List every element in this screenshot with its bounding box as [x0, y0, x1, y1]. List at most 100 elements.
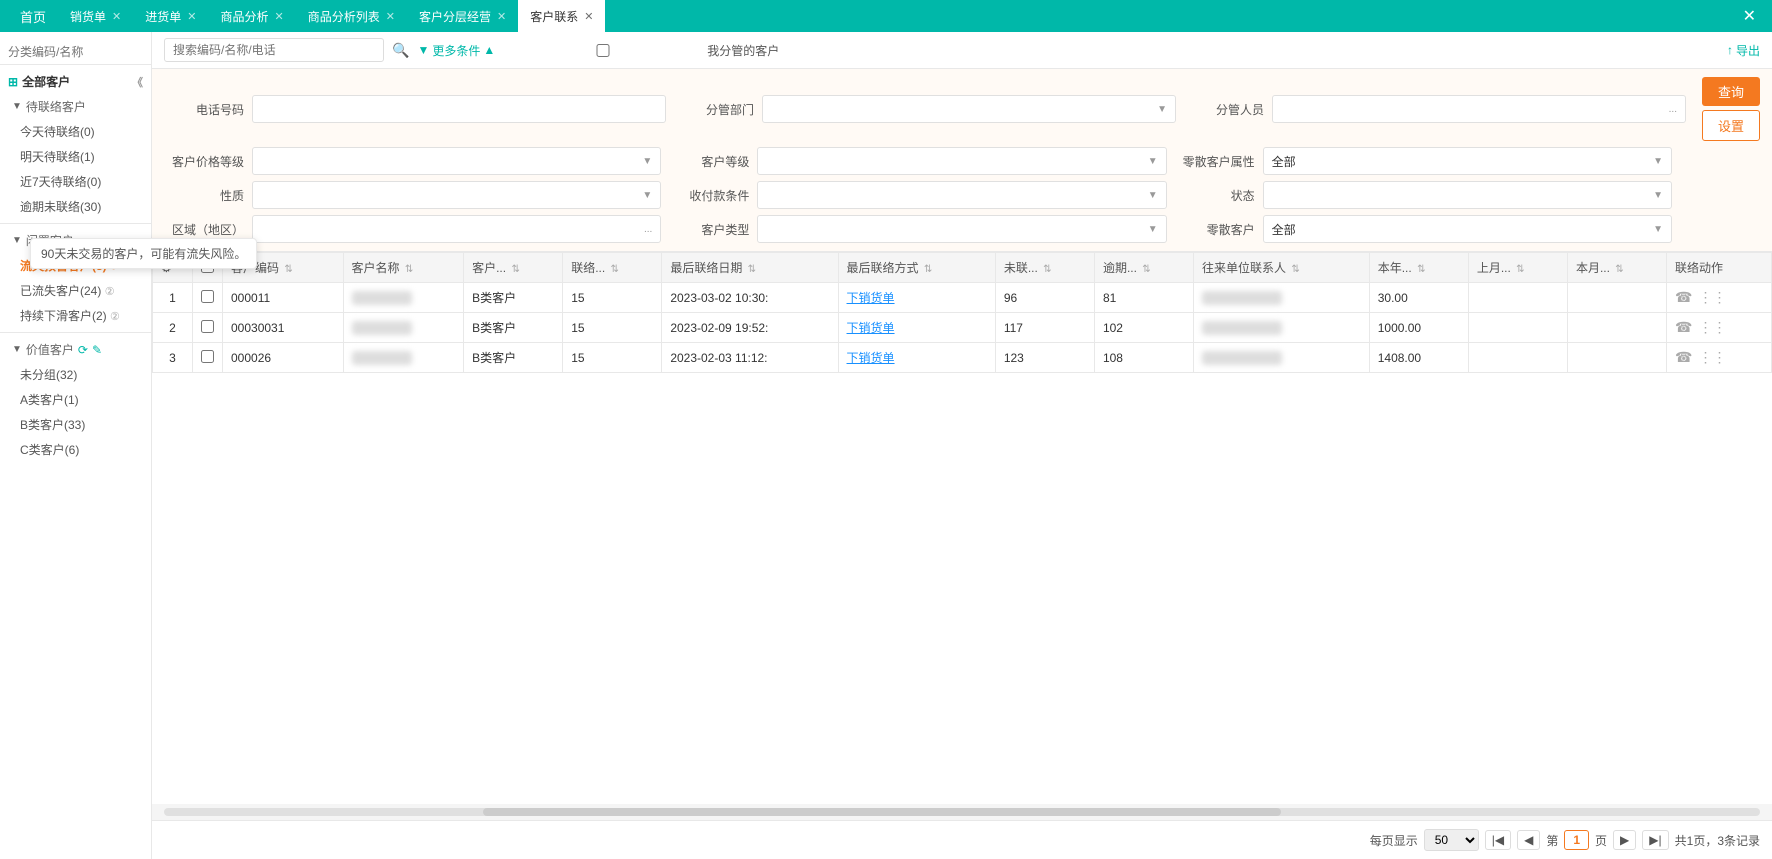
chevron-down-icon-4: ▼ — [1148, 156, 1158, 167]
col-header-last-method[interactable]: 最后联络方式 ⇅ — [838, 253, 995, 283]
select-retail-attr[interactable]: 全部 ▼ — [1263, 147, 1672, 175]
select-manager[interactable]: ... — [1272, 95, 1686, 123]
sidebar-item-declining[interactable]: 持续下滑客户(2) ② — [0, 303, 151, 328]
row-checkbox[interactable] — [201, 320, 214, 333]
cell-action[interactable]: ☎ ⋮⋮ — [1667, 283, 1772, 313]
contact-icon[interactable]: ☎ — [1675, 349, 1692, 366]
col-header-overdue[interactable]: 逾期... ⇅ — [1094, 253, 1193, 283]
contact-icon[interactable]: ☎ — [1675, 319, 1692, 336]
scroll-thumb[interactable] — [483, 808, 1281, 816]
export-btn[interactable]: ↑ 导出 — [1727, 42, 1760, 59]
col-header-level[interactable]: 客户... ⇅ — [464, 253, 563, 283]
content-area: 🔍 ▼ 更多条件 ▲ 我分管的客户 ↑ 导出 电话号码 分管部门 — [152, 32, 1772, 859]
horizontal-scrollbar[interactable] — [152, 804, 1772, 820]
refresh-icon[interactable]: ⟳ — [78, 343, 88, 357]
last-page-btn[interactable]: ▶| — [1642, 830, 1668, 850]
page-size-select[interactable]: 50 100 200 — [1424, 829, 1479, 851]
global-close-button[interactable]: ✕ — [1735, 6, 1764, 26]
sidebar-group-value[interactable]: ▼ 价值客户 ⟳ ✎ — [0, 337, 151, 362]
contact-method-link[interactable]: 下销货单 — [847, 321, 895, 335]
row-checkbox[interactable] — [201, 290, 214, 303]
sidebar-item-ungroup[interactable]: 未分组(32) — [0, 362, 151, 387]
sidebar-item-a-class[interactable]: A类客户(1) — [0, 387, 151, 412]
col-header-this-month[interactable]: 本月... ⇅ — [1567, 253, 1666, 283]
cell-check[interactable] — [193, 313, 223, 343]
my-customers-check[interactable] — [503, 44, 703, 57]
all-customers-header[interactable]: ⊞ 全部客户 《 — [0, 69, 151, 94]
select-dept[interactable]: ▼ — [762, 95, 1176, 123]
label-price-level: 客户价格等级 — [164, 153, 244, 170]
nav-tab-0[interactable]: 销货单 ✕ — [58, 0, 133, 32]
cell-last-method[interactable]: 下销货单 — [838, 343, 995, 373]
close-tab-3[interactable]: ✕ — [386, 10, 395, 23]
select-customer-type[interactable]: ▼ — [757, 215, 1166, 243]
row-checkbox[interactable] — [201, 350, 214, 363]
col-header-last-date[interactable]: 最后联络日期 ⇅ — [662, 253, 838, 283]
col-header-not-contacted[interactable]: 未联... ⇅ — [995, 253, 1094, 283]
sidebar-item-b-class[interactable]: B类客户(33) — [0, 412, 151, 437]
close-tab-2[interactable]: ✕ — [275, 10, 284, 23]
settings-button[interactable]: 设置 — [1702, 110, 1760, 141]
cell-action[interactable]: ☎ ⋮⋮ — [1667, 343, 1772, 373]
label-status: 状态 — [1175, 187, 1255, 204]
col-header-this-year[interactable]: 本年... ⇅ — [1369, 253, 1468, 283]
more-action-icon[interactable]: ⋮⋮ — [1699, 319, 1727, 336]
select-customer-level[interactable]: ▼ — [757, 147, 1166, 175]
select-price-level[interactable]: ▼ — [252, 147, 661, 175]
edit-icon[interactable]: ✎ — [92, 343, 102, 357]
contact-icon[interactable]: ☎ — [1675, 289, 1692, 306]
close-tab-1[interactable]: ✕ — [187, 10, 196, 23]
col-header-last-month[interactable]: 上月... ⇅ — [1468, 253, 1567, 283]
nav-tab-2[interactable]: 商品分析 ✕ — [208, 0, 295, 32]
cell-action[interactable]: ☎ ⋮⋮ — [1667, 313, 1772, 343]
sidebar-item-today[interactable]: 今天待联络(0) — [0, 119, 151, 144]
cell-last-method[interactable]: 下销货单 — [838, 313, 995, 343]
nav-home[interactable]: 首页 — [8, 7, 58, 26]
more-conditions-btn[interactable]: ▼ 更多条件 ▲ — [417, 42, 495, 59]
cell-last-method[interactable]: 下销货单 — [838, 283, 995, 313]
more-action-icon[interactable]: ⋮⋮ — [1699, 289, 1727, 306]
first-page-btn[interactable]: |◀ — [1485, 830, 1511, 850]
sidebar-item-c-class[interactable]: C类客户(6) — [0, 437, 151, 462]
total-label: 共1页，3条记录 — [1675, 832, 1760, 849]
more-action-icon[interactable]: ⋮⋮ — [1699, 349, 1727, 366]
cell-check[interactable] — [193, 343, 223, 373]
cell-this-month — [1567, 343, 1666, 373]
contact-method-link[interactable]: 下销货单 — [847, 291, 895, 305]
col-header-contact[interactable]: 联络... ⇅ — [563, 253, 662, 283]
input-phone[interactable] — [252, 95, 666, 123]
sidebar-search-input[interactable] — [8, 45, 152, 59]
next-page-btn[interactable]: ▶ — [1613, 830, 1636, 850]
select-region[interactable]: ... — [252, 215, 661, 243]
close-tab-5[interactable]: ✕ — [584, 10, 593, 23]
cell-this-month — [1567, 313, 1666, 343]
sidebar-group-pending[interactable]: ▼ 待联络客户 — [0, 94, 151, 119]
select-retail-customer[interactable]: 全部 ▼ — [1263, 215, 1672, 243]
nav-tab-4[interactable]: 客户分层经营 ✕ — [407, 0, 518, 32]
cell-check[interactable] — [193, 283, 223, 313]
prev-page-btn[interactable]: ◀ — [1517, 830, 1540, 850]
close-tab-4[interactable]: ✕ — [497, 10, 506, 23]
label-dept: 分管部门 — [674, 101, 754, 118]
close-tab-0[interactable]: ✕ — [112, 10, 121, 23]
query-button[interactable]: 查询 — [1702, 77, 1760, 106]
table-row: 3 000026 B类客户 15 2023-02-03 11:12: 下销货单 … — [153, 343, 1772, 373]
contact-method-link[interactable]: 下销货单 — [847, 351, 895, 365]
col-header-name[interactable]: 客户名称 ⇅ — [343, 253, 464, 283]
sidebar-item-churned[interactable]: 已流失客户(24) ② — [0, 278, 151, 303]
sidebar-item-7days[interactable]: 近7天待联络(0) — [0, 169, 151, 194]
select-status[interactable]: ▼ — [1263, 181, 1672, 209]
sort-icon-9: ⇅ — [1291, 264, 1299, 275]
nav-tab-3[interactable]: 商品分析列表 ✕ — [296, 0, 407, 32]
select-gender[interactable]: ▼ — [252, 181, 661, 209]
sidebar-item-tomorrow[interactable]: 明天待联络(1) — [0, 144, 151, 169]
sidebar-item-overdue[interactable]: 逾期未联络(30) — [0, 194, 151, 219]
col-header-unit-contact[interactable]: 往来单位联系人 ⇅ — [1194, 253, 1370, 283]
cell-not-contacted: 117 — [995, 313, 1094, 343]
current-page: 1 — [1564, 830, 1589, 850]
nav-tab-1[interactable]: 进货单 ✕ — [133, 0, 208, 32]
nav-tab-5[interactable]: 客户联系 ✕ — [518, 0, 605, 32]
my-customers-checkbox[interactable]: 我分管的客户 — [503, 42, 779, 59]
search-input[interactable] — [164, 38, 384, 62]
select-payment[interactable]: ▼ — [757, 181, 1166, 209]
